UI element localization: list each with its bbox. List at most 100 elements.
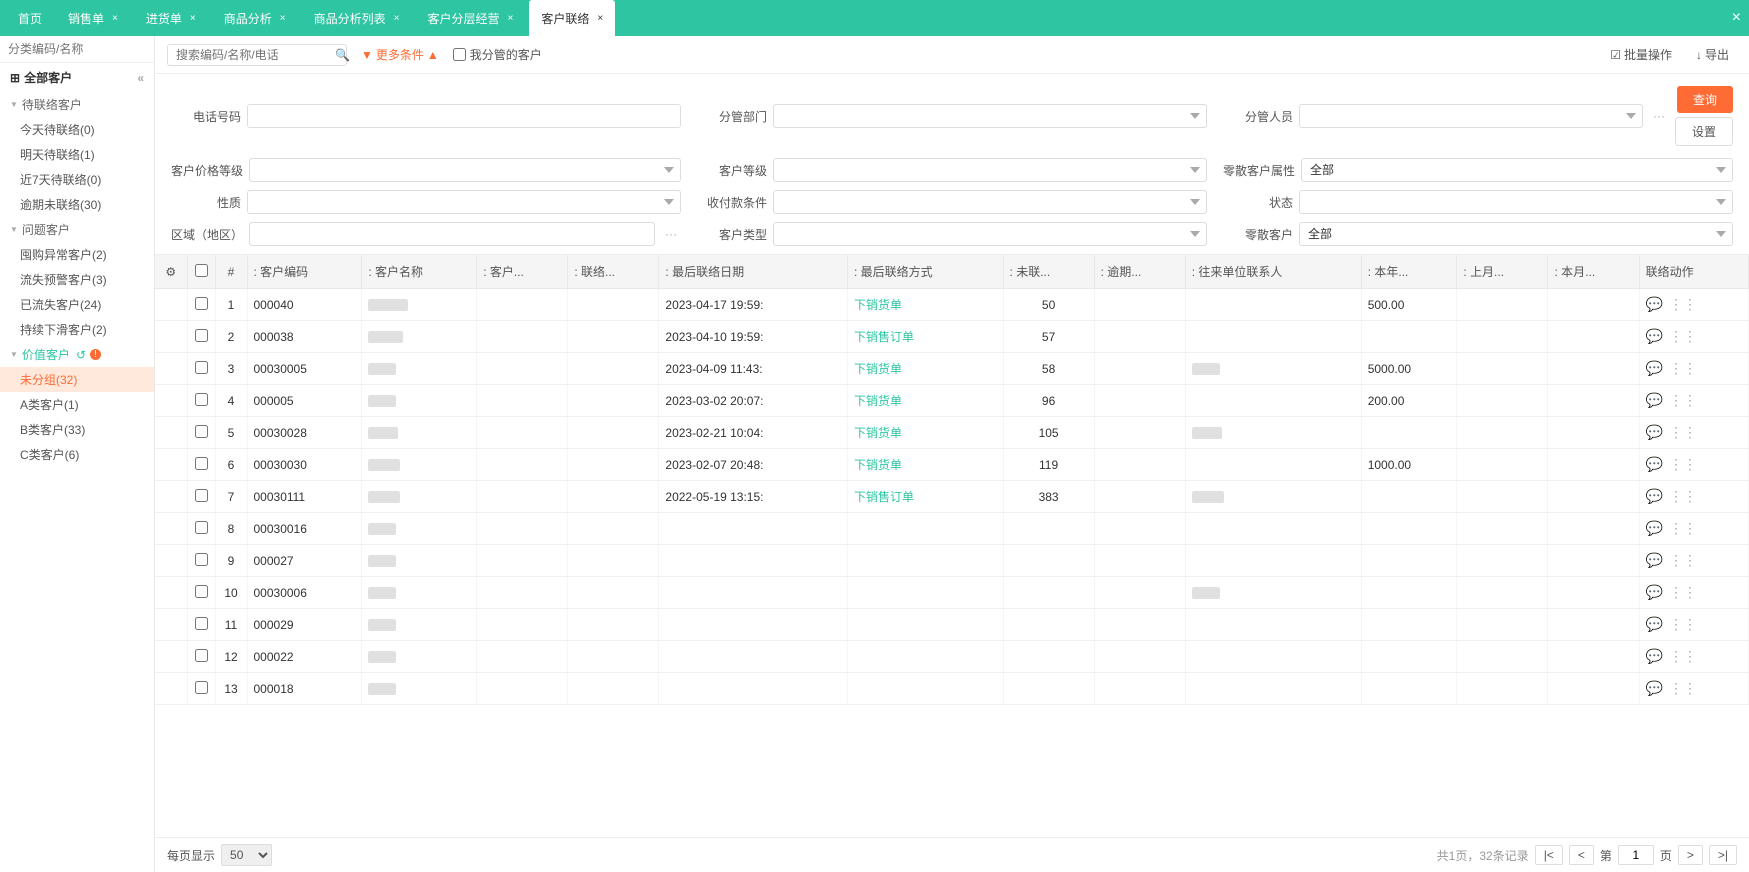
main-search-icon[interactable]: 🔍: [335, 48, 350, 62]
sidebar-item-overdue[interactable]: 逾期未联络(30): [0, 192, 154, 217]
first-page-btn[interactable]: |<: [1535, 845, 1563, 865]
close-all-tabs[interactable]: ×: [1732, 9, 1741, 27]
cell-last-method[interactable]: 下销货单: [847, 289, 1003, 321]
cell-last-method[interactable]: 下销货单: [847, 417, 1003, 449]
filter-retail-attr-select[interactable]: 全部: [1301, 158, 1733, 182]
cell-last-method[interactable]: 下销货单: [847, 353, 1003, 385]
row-checkbox[interactable]: [195, 649, 208, 662]
col-this-month[interactable]: : 本月...: [1548, 255, 1639, 289]
chat-icon[interactable]: 💬: [1646, 520, 1663, 537]
sidebar-group-problem[interactable]: ▼ 问题客户: [0, 217, 154, 242]
row-checkbox[interactable]: [195, 521, 208, 534]
more-conditions-btn[interactable]: ▼ 更多条件 ▲: [355, 43, 445, 66]
col-overdue[interactable]: : 逾期...: [1094, 255, 1185, 289]
cell-last-method[interactable]: 下销售订单: [847, 321, 1003, 353]
sidebar-item-7days[interactable]: 近7天待联络(0): [0, 167, 154, 192]
chat-icon[interactable]: 💬: [1646, 488, 1663, 505]
reset-btn[interactable]: 设置: [1675, 117, 1733, 146]
filter-payment-select[interactable]: [773, 190, 1207, 214]
filter-customer-type-select[interactable]: [773, 222, 1207, 246]
filter-price-level-select[interactable]: [249, 158, 681, 182]
more-action-icon[interactable]: ⋮⋮: [1669, 616, 1697, 633]
nav-home[interactable]: 首页: [8, 0, 52, 36]
sidebar-item-ungraded[interactable]: 未分组(32): [0, 367, 154, 392]
col-name[interactable]: : 客户名称: [362, 255, 477, 289]
row-checkbox[interactable]: [195, 585, 208, 598]
row-checkbox[interactable]: [195, 329, 208, 342]
nav-tab-product-analysis[interactable]: 商品分析 ×: [212, 0, 298, 36]
nav-tab-customer-tier[interactable]: 客户分层经营 ×: [415, 0, 525, 36]
row-checkbox[interactable]: [195, 489, 208, 502]
refresh-icon[interactable]: ↺: [76, 348, 86, 362]
cell-last-method[interactable]: [847, 673, 1003, 705]
main-search-input[interactable]: [176, 48, 331, 62]
col-company-contact[interactable]: : 往来单位联系人: [1185, 255, 1361, 289]
row-checkbox[interactable]: [195, 681, 208, 694]
close-sales-tab[interactable]: ×: [112, 13, 118, 24]
row-checkbox[interactable]: [195, 617, 208, 630]
cell-last-method[interactable]: [847, 641, 1003, 673]
cell-last-method[interactable]: [847, 545, 1003, 577]
per-page-select[interactable]: 50 100: [221, 844, 272, 866]
more-action-icon[interactable]: ⋮⋮: [1669, 328, 1697, 345]
close-purchase-tab[interactable]: ×: [190, 13, 196, 24]
contact-method-link[interactable]: 下销售订单: [854, 330, 914, 344]
cell-last-method[interactable]: 下销售订单: [847, 481, 1003, 513]
row-checkbox[interactable]: [195, 361, 208, 374]
contact-method-link[interactable]: 下销货单: [854, 394, 902, 408]
sidebar-item-class-a[interactable]: A类客户(1): [0, 392, 154, 417]
col-type[interactable]: : 客户...: [477, 255, 568, 289]
col-last-month[interactable]: : 上月...: [1457, 255, 1548, 289]
row-checkbox[interactable]: [195, 425, 208, 438]
close-pal-tab[interactable]: ×: [394, 13, 400, 24]
chat-icon[interactable]: 💬: [1646, 616, 1663, 633]
sidebar-item-class-c[interactable]: C类客户(6): [0, 442, 154, 467]
sidebar-all-customers[interactable]: ⊞ 全部客户 «: [0, 63, 154, 92]
sidebar-item-tomorrow[interactable]: 明天待联络(1): [0, 142, 154, 167]
more-action-icon[interactable]: ⋮⋮: [1669, 424, 1697, 441]
filter-customer-level-select[interactable]: [773, 158, 1207, 182]
contact-method-link[interactable]: 下销货单: [854, 458, 902, 472]
more-action-icon[interactable]: ⋮⋮: [1669, 296, 1697, 313]
col-gear[interactable]: ⚙: [155, 255, 187, 289]
row-checkbox[interactable]: [195, 553, 208, 566]
more-action-icon[interactable]: ⋮⋮: [1669, 584, 1697, 601]
sidebar-group-pending[interactable]: ▼ 待联络客户: [0, 92, 154, 117]
col-last-date[interactable]: : 最后联络日期: [659, 255, 848, 289]
close-ct-tab[interactable]: ×: [507, 13, 513, 24]
more-action-icon[interactable]: ⋮⋮: [1669, 488, 1697, 505]
chat-icon[interactable]: 💬: [1646, 552, 1663, 569]
col-no-contact[interactable]: : 未联...: [1003, 255, 1094, 289]
row-checkbox[interactable]: [195, 457, 208, 470]
sidebar-item-churned[interactable]: 已流失客户(24): [0, 292, 154, 317]
more-action-icon[interactable]: ⋮⋮: [1669, 552, 1697, 569]
close-cc-tab[interactable]: ×: [597, 13, 603, 24]
nav-tab-sales[interactable]: 销售单 ×: [56, 0, 130, 36]
more-action-icon[interactable]: ⋮⋮: [1669, 680, 1697, 697]
sidebar-group-value[interactable]: ▼ 价值客户 ↺ !: [0, 342, 154, 367]
sidebar-item-today[interactable]: 今天待联络(0): [0, 117, 154, 142]
more-action-icon[interactable]: ⋮⋮: [1669, 360, 1697, 377]
more-action-icon[interactable]: ⋮⋮: [1669, 392, 1697, 409]
export-btn[interactable]: ↓ 导出: [1688, 42, 1737, 67]
filter-dept-select[interactable]: [773, 104, 1207, 128]
row-checkbox[interactable]: [195, 297, 208, 310]
manager-dots[interactable]: ···: [1649, 109, 1669, 123]
contact-method-link[interactable]: 下销货单: [854, 426, 902, 440]
sidebar-item-hoarding[interactable]: 囤购异常客户(2): [0, 242, 154, 267]
filter-manager-select[interactable]: [1299, 104, 1643, 128]
select-all-checkbox[interactable]: [195, 264, 208, 277]
filter-nature-select[interactable]: [247, 190, 681, 214]
chat-icon[interactable]: 💬: [1646, 424, 1663, 441]
row-checkbox[interactable]: [195, 393, 208, 406]
batch-ops-btn[interactable]: ☑ 批量操作: [1602, 42, 1680, 67]
cell-last-method[interactable]: [847, 577, 1003, 609]
prev-page-btn[interactable]: <: [1569, 845, 1594, 865]
cell-last-method[interactable]: [847, 513, 1003, 545]
nav-tab-product-analysis-list[interactable]: 商品分析列表 ×: [302, 0, 412, 36]
col-code[interactable]: : 客户编码: [247, 255, 362, 289]
filter-status-select[interactable]: [1299, 190, 1733, 214]
close-pa-tab[interactable]: ×: [280, 13, 286, 24]
sidebar-item-churn-warning[interactable]: 流失预警客户(3): [0, 267, 154, 292]
cell-last-method[interactable]: 下销货单: [847, 385, 1003, 417]
